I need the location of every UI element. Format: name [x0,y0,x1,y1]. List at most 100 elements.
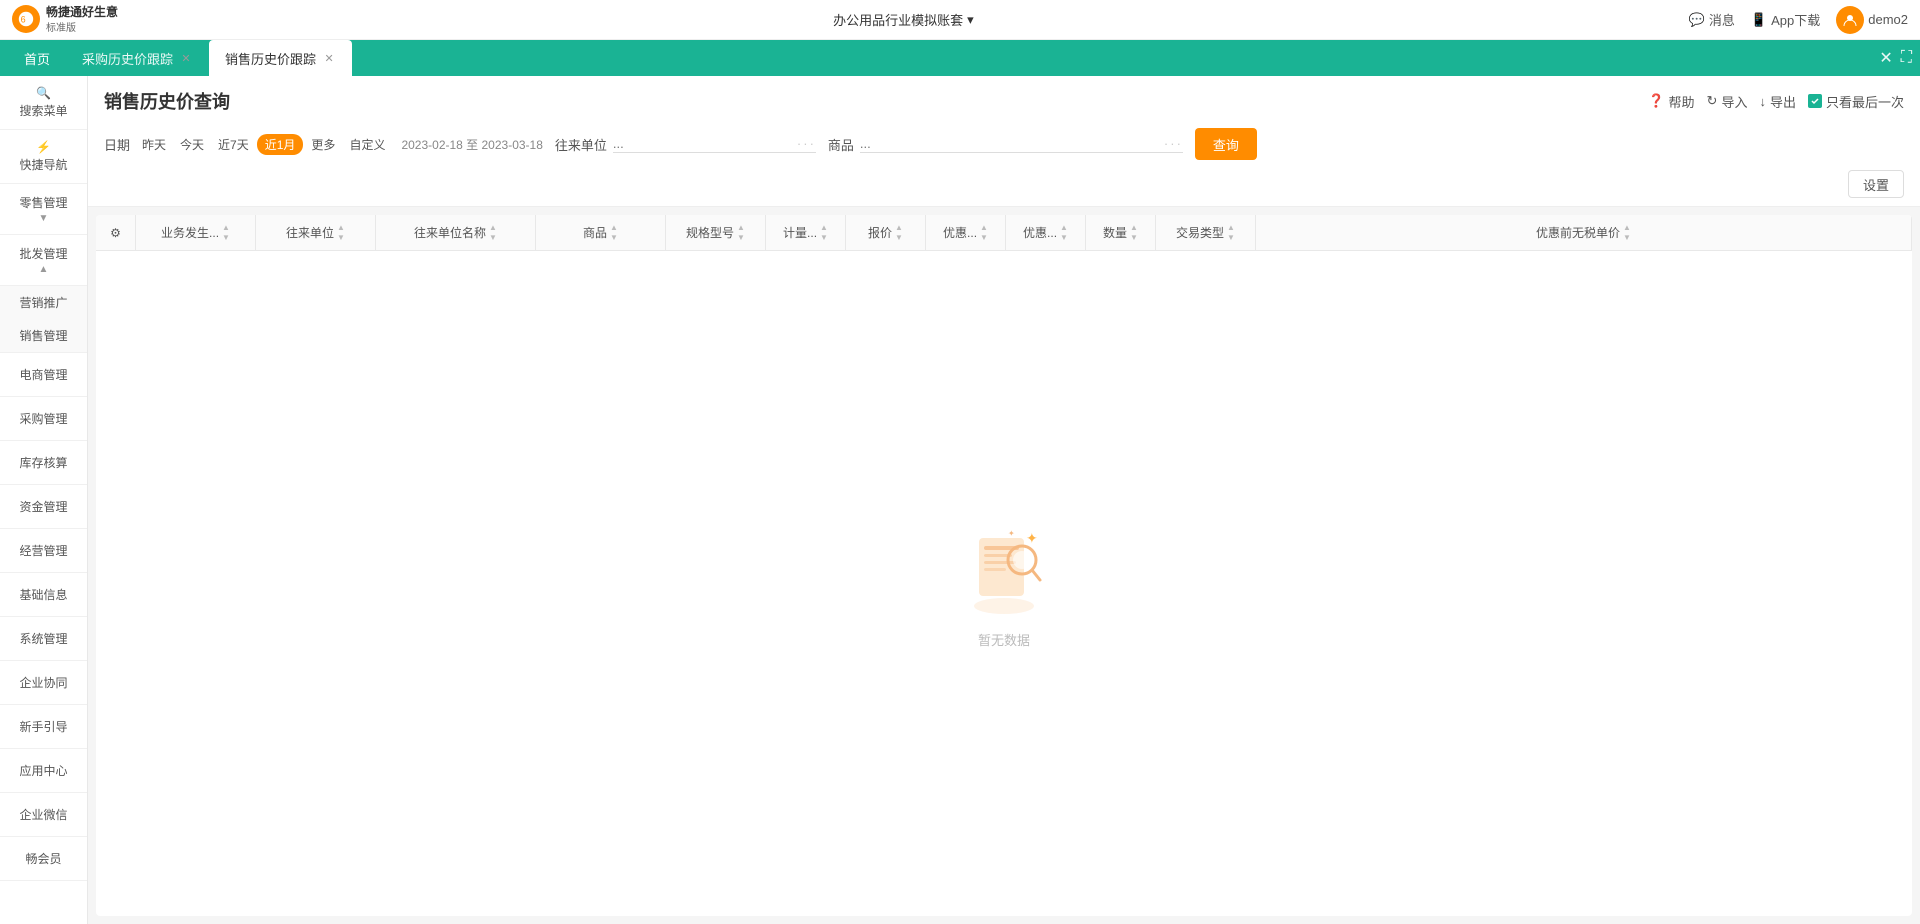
sort-price-icon: ▲▼ [895,223,903,242]
th-unit[interactable]: 计量... ▲▼ [766,215,846,251]
th-partner-id[interactable]: 往来单位 ▲▼ [256,215,376,251]
sort-disc2-icon: ▲▼ [1060,223,1068,242]
product-input[interactable] [860,136,1160,151]
sidebar-item-guide[interactable]: 新手引导 [0,705,87,749]
help-btn[interactable]: ❓ 帮助 [1648,92,1694,111]
user-area[interactable]: demo2 [1836,6,1908,34]
th-product[interactable]: 商品 ▲▼ [536,215,666,251]
date-buttons: 昨天 今天 近7天 近1月 更多 自定义 [136,134,391,155]
tab-close-purchase[interactable]: ✕ [179,51,193,65]
workspace-selector[interactable]: 办公用品行业模拟账套 ▾ [833,10,974,29]
th-spec[interactable]: 规格型号 ▲▼ [666,215,766,251]
tab-purchase-history[interactable]: 采购历史价跟踪 ✕ [66,40,209,76]
close-tab-btn[interactable]: ✕ [1879,48,1892,68]
partner-filter-group: 往来单位 ··· [555,135,816,154]
logo-icon: 6 [12,5,40,33]
top-bar-left: 6 畅捷通好生意 标准版 [12,5,118,34]
date-btn-custom[interactable]: 自定义 [343,134,391,155]
sort-product-icon: ▲▼ [610,223,618,242]
query-button[interactable]: 查询 [1195,128,1257,160]
th-trade-type[interactable]: 交易类型 ▲▼ [1156,215,1256,251]
sort-disc1-icon: ▲▼ [980,223,988,242]
empty-illustration: ✦ ✦ [954,518,1054,618]
sidebar-item-finance[interactable]: 资金管理 [0,485,87,529]
th-disc2[interactable]: 优惠... ▲▼ [1006,215,1086,251]
product-filter-group: 商品 ··· [828,135,1183,154]
tab-bar-right: ✕ ⛶ [1879,48,1912,68]
date-btn-today[interactable]: 今天 [174,134,210,155]
checkbox-checked-icon [1808,94,1822,108]
sort-partner-id-icon: ▲▼ [337,223,345,242]
th-no-tax-price[interactable]: 优惠前无税单价 ▲▼ [1256,215,1912,251]
date-btn-1month[interactable]: 近1月 [257,134,304,155]
th-gear[interactable]: ⚙ [96,215,136,251]
date-filter-group: 日期 昨天 今天 近7天 近1月 更多 自定义 2023-02-18 至 202… [104,134,543,155]
tab-sales-history[interactable]: 销售历史价跟踪 ✕ [209,40,352,76]
partner-filter-label: 往来单位 [555,135,607,154]
th-qty[interactable]: 数量 ▲▼ [1086,215,1156,251]
export-btn[interactable]: ↓ 导出 [1759,92,1796,111]
sidebar-item-basic[interactable]: 基础信息 [0,573,87,617]
export-icon: ↓ [1759,94,1766,109]
tab-home[interactable]: 首页 [8,40,66,76]
product-dots-icon: ··· [1164,136,1183,151]
sidebar-item-retail[interactable]: 零售管理 ▼ [0,184,87,235]
content-area: 销售历史价查询 ❓ 帮助 ↻ 导入 ↓ 导出 [88,76,1920,924]
sidebar-item-marketing[interactable]: 营销推广 [0,286,87,319]
sidebar-item-inventory[interactable]: 库存核算 [0,441,87,485]
username: demo2 [1868,12,1908,27]
message-action[interactable]: 💬 消息 [1689,10,1735,29]
date-btn-more[interactable]: 更多 [305,134,341,155]
sidebar-item-enterprise-coop[interactable]: 企业协同 [0,661,87,705]
filter-row: 日期 昨天 今天 近7天 近1月 更多 自定义 2023-02-18 至 202… [104,124,1904,164]
retail-arrow-icon: ▼ [39,213,49,224]
workspace-name: 办公用品行业模拟账套 [833,10,963,29]
empty-state: ✦ ✦ 暂无数据 [96,251,1912,916]
sidebar-item-system[interactable]: 系统管理 [0,617,87,661]
main-layout: 🔍 搜索菜单 ⚡ 快捷导航 零售管理 ▼ 批发管理 ▲ 营销推广 销售管理 电商… [0,76,1920,924]
sidebar-item-vip[interactable]: 畅会员 [0,837,87,881]
top-bar-right: 💬 消息 📱 App下载 demo2 [1689,6,1908,34]
sidebar-item-sales-mgmt[interactable]: 销售管理 [0,319,87,352]
avatar [1836,6,1864,34]
gear-icon: ⚙ [110,226,121,240]
maximize-tab-btn[interactable]: ⛶ [1901,49,1912,67]
th-price[interactable]: 报价 ▲▼ [846,215,926,251]
message-label: 消息 [1709,10,1735,29]
logo-text: 畅捷通好生意 标准版 [46,5,118,34]
th-date[interactable]: 业务发生... ▲▼ [136,215,256,251]
date-btn-yesterday[interactable]: 昨天 [136,134,172,155]
app-download-action[interactable]: 📱 App下载 [1751,10,1820,29]
date-range-display: 2023-02-18 至 2023-03-18 [401,136,542,153]
date-btn-7days[interactable]: 近7天 [212,134,255,155]
settings-button[interactable]: 设置 [1848,170,1904,198]
last-only-checkbox-label[interactable]: 只看最后一次 [1808,92,1904,111]
table-container: ⚙ 业务发生... ▲▼ 往来单位 ▲▼ 往来单位名称 ▲▼ 商品 ▲▼ [96,215,1912,916]
import-btn[interactable]: ↻ 导入 [1707,92,1748,111]
sort-notax-icon: ▲▼ [1623,223,1631,242]
logo-area: 6 畅捷通好生意 标准版 [12,5,118,34]
th-partner-name[interactable]: 往来单位名称 ▲▼ [376,215,536,251]
purchase-history-tab-label: 采购历史价跟踪 [82,49,173,68]
import-icon: ↻ [1707,93,1718,109]
sidebar-item-ecommerce[interactable]: 电商管理 [0,353,87,397]
svg-text:✦: ✦ [1008,529,1015,538]
sidebar-item-app-center[interactable]: 应用中心 [0,749,87,793]
page-title: 销售历史价查询 [104,88,230,114]
sidebar-item-wholesale[interactable]: 批发管理 ▲ [0,235,87,286]
workspace-area[interactable]: 办公用品行业模拟账套 ▾ [833,10,974,29]
app-download-label: App下载 [1771,10,1820,29]
th-disc1[interactable]: 优惠... ▲▼ [926,215,1006,251]
search-icon: 🔍 [36,86,51,100]
partner-input[interactable] [613,136,793,151]
sidebar-item-search[interactable]: 🔍 搜索菜单 [0,76,87,130]
tab-close-sales[interactable]: ✕ [322,51,336,65]
sidebar-item-wechat[interactable]: 企业微信 [0,793,87,837]
sales-history-tab-label: 销售历史价跟踪 [225,49,316,68]
svg-text:✦: ✦ [1026,530,1038,546]
page-title-row: 销售历史价查询 ❓ 帮助 ↻ 导入 ↓ 导出 [104,88,1904,114]
sidebar-item-operations[interactable]: 经营管理 [0,529,87,573]
sidebar-item-purchase[interactable]: 采购管理 [0,397,87,441]
page-header: 销售历史价查询 ❓ 帮助 ↻ 导入 ↓ 导出 [88,76,1920,207]
sidebar-item-shortcut[interactable]: ⚡ 快捷导航 [0,130,87,184]
